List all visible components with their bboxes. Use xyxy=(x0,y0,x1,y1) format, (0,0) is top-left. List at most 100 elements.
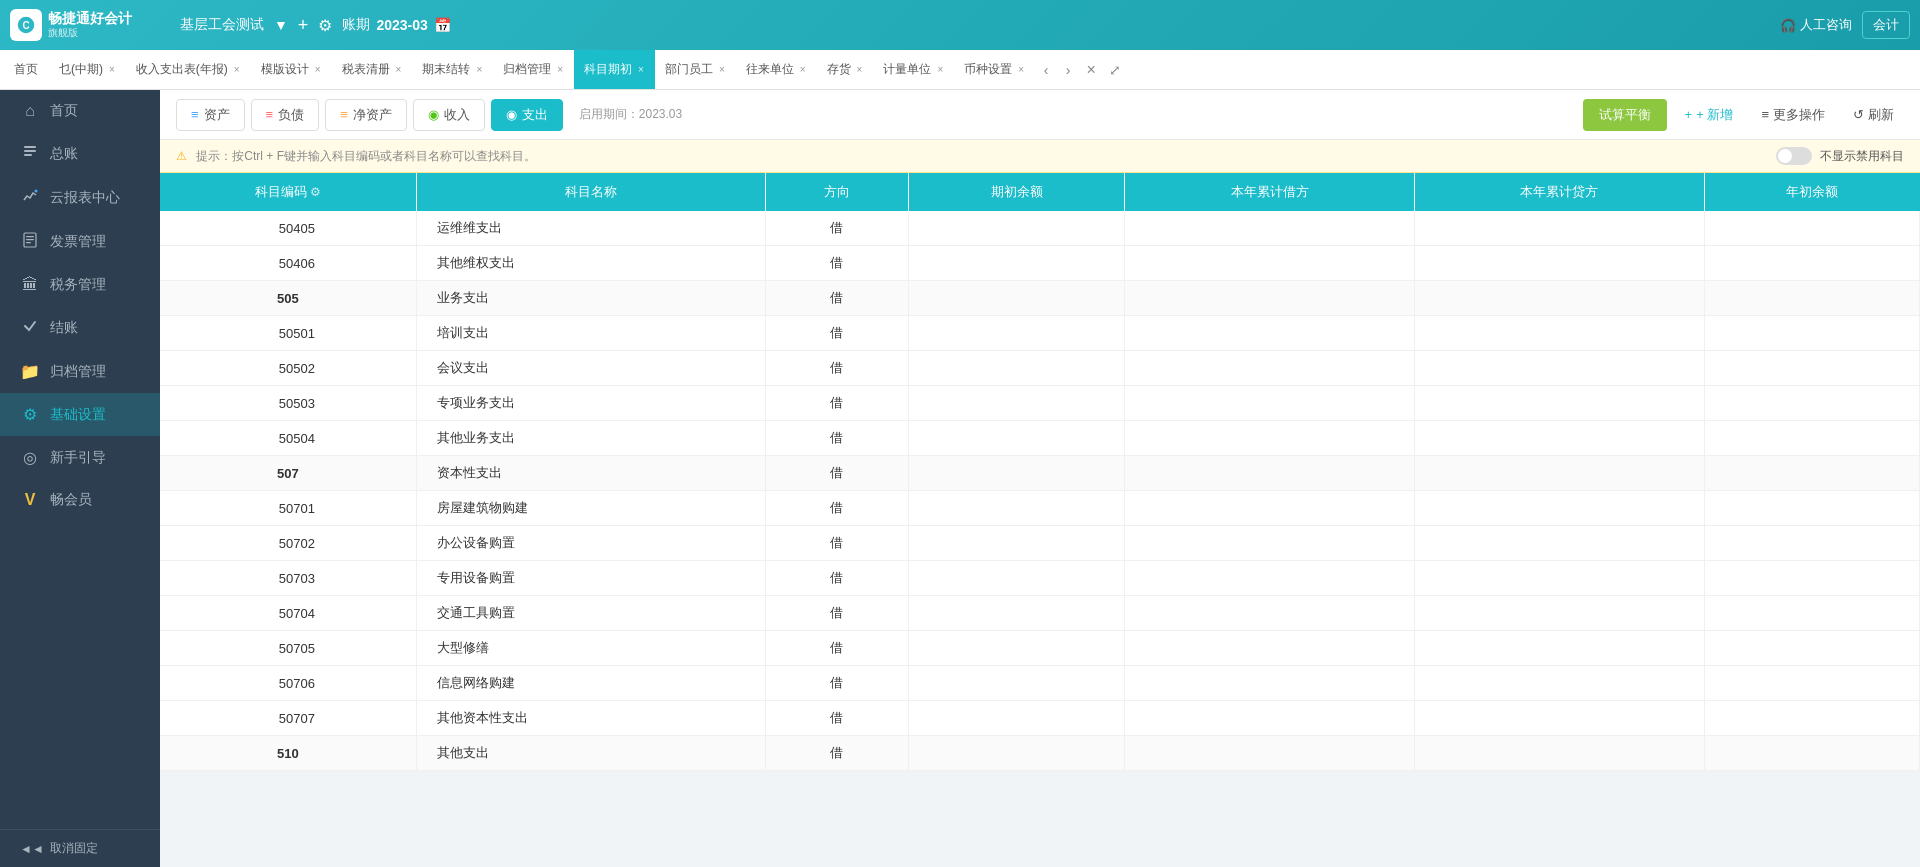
tab-archive[interactable]: 归档管理 × xyxy=(493,50,574,89)
sidebar-collapse-btn[interactable]: ◄◄ 取消固定 xyxy=(0,829,160,867)
svg-rect-8 xyxy=(26,239,34,240)
sidebar-item-vip[interactable]: V 畅会员 xyxy=(0,479,160,521)
tab-inventory[interactable]: 存货 × xyxy=(817,50,874,89)
home-icon: ⌂ xyxy=(20,102,40,120)
tab-currency[interactable]: 币种设置 × xyxy=(954,50,1035,89)
calc-balance-button[interactable]: 试算平衡 xyxy=(1583,99,1667,131)
account-button[interactable]: 会计 xyxy=(1862,11,1910,39)
sidebar-item-ledger[interactable]: 总账 xyxy=(0,132,160,176)
vip-icon: V xyxy=(20,491,40,509)
tab-subject-init[interactable]: 科目期初 × xyxy=(574,50,655,89)
table-row[interactable]: 505 业务支出 借 xyxy=(160,281,1920,316)
sidebar-item-archive[interactable]: 📁 归档管理 xyxy=(0,350,160,393)
settings-icon[interactable]: ⚙ xyxy=(318,16,332,35)
main-layout: ⌂ 首页 总账 云报表中心 发票管理 🏛 税务管理 xyxy=(0,90,1920,867)
table-row[interactable]: 50503 专项业务支出 借 xyxy=(160,386,1920,421)
guide-icon: ◎ xyxy=(20,448,40,467)
sub-tab-equity[interactable]: ≡ 净资产 xyxy=(325,99,407,131)
sub-tab-liability[interactable]: ≡ 负债 xyxy=(251,99,320,131)
tab-department[interactable]: 部门员工 × xyxy=(655,50,736,89)
tab-customer[interactable]: 往来单位 × xyxy=(736,50,817,89)
tab-income-report-close[interactable]: × xyxy=(234,64,240,75)
table-row[interactable]: 510 其他支出 借 xyxy=(160,736,1920,771)
tab-archive-close[interactable]: × xyxy=(557,64,563,75)
tab-home-label: 首页 xyxy=(14,61,38,78)
cell-direction: 借 xyxy=(765,246,908,281)
svg-rect-3 xyxy=(24,150,36,152)
tip-text: ⚠ 提示：按Ctrl + F键并输入科目编码或者科目名称可以查找科目。 xyxy=(176,148,536,165)
table-row[interactable]: 50705 大型修缮 借 xyxy=(160,631,1920,666)
cell-year-opening xyxy=(1704,316,1919,351)
tab-template[interactable]: 模版设计 × xyxy=(251,50,332,89)
table-row[interactable]: 50701 房屋建筑物购建 借 xyxy=(160,491,1920,526)
cell-direction: 借 xyxy=(765,421,908,456)
sidebar-item-report[interactable]: 云报表中心 xyxy=(0,176,160,220)
table-row[interactable]: 50703 专用设备购置 借 xyxy=(160,561,1920,596)
tab-inventory-close[interactable]: × xyxy=(857,64,863,75)
dropdown-icon[interactable]: ▼ xyxy=(274,17,288,33)
sidebar-item-home[interactable]: ⌂ 首页 xyxy=(0,90,160,132)
col-ytd-debit: 本年累计借方 xyxy=(1125,173,1415,211)
sidebar-item-settings[interactable]: ⚙ 基础设置 xyxy=(0,393,160,436)
calendar-icon[interactable]: 📅 xyxy=(434,17,451,33)
tab-home[interactable]: 首页 xyxy=(4,50,49,89)
tab-department-close[interactable]: × xyxy=(719,64,725,75)
table-row[interactable]: 50504 其他业务支出 借 xyxy=(160,421,1920,456)
consult-button[interactable]: 🎧 人工咨询 xyxy=(1780,16,1852,34)
table-row[interactable]: 50702 办公设备购置 借 xyxy=(160,526,1920,561)
table-row[interactable]: 50707 其他资本性支出 借 xyxy=(160,701,1920,736)
sub-tab-expense[interactable]: ◉ 支出 xyxy=(491,99,563,131)
tab-income-report[interactable]: 收入支出表(年报) × xyxy=(126,50,251,89)
sub-tab-income[interactable]: ◉ 收入 xyxy=(413,99,485,131)
cell-year-opening xyxy=(1704,351,1919,386)
cell-direction: 借 xyxy=(765,211,908,246)
tab-next-btn[interactable]: › xyxy=(1057,50,1079,89)
svg-rect-7 xyxy=(26,236,34,237)
add-icon[interactable]: + xyxy=(298,15,309,36)
sidebar-invoice-label: 发票管理 xyxy=(50,233,106,251)
table-container[interactable]: 科目编码 ⚙ 科目名称 方向 期初余额 本年累计借 xyxy=(160,173,1920,867)
tab-tax-clear-close[interactable]: × xyxy=(396,64,402,75)
table-row[interactable]: 50704 交通工具购置 借 xyxy=(160,596,1920,631)
add-button[interactable]: + + 新增 xyxy=(1675,100,1744,130)
tab-currency-close[interactable]: × xyxy=(1018,64,1024,75)
cell-direction: 借 xyxy=(765,701,908,736)
table-row[interactable]: 50706 信息网络购建 借 xyxy=(160,666,1920,701)
toggle-disabled-switch[interactable] xyxy=(1776,147,1812,165)
table-row[interactable]: 50406 其他维权支出 借 xyxy=(160,246,1920,281)
tab-template-close[interactable]: × xyxy=(315,64,321,75)
tab-income-report-label: 收入支出表(年报) xyxy=(136,61,228,78)
tab-unit[interactable]: 计量单位 × xyxy=(873,50,954,89)
cell-direction: 借 xyxy=(765,351,908,386)
tab-unit-label: 计量单位 xyxy=(883,61,931,78)
refresh-button[interactable]: ↺ 刷新 xyxy=(1843,100,1904,130)
col-settings-icon[interactable]: ⚙ xyxy=(310,185,321,199)
tab-subject-init-close[interactable]: × xyxy=(638,64,644,75)
tab-prev-btn[interactable]: ‹ xyxy=(1035,50,1057,89)
sidebar-item-tax[interactable]: 🏛 税务管理 xyxy=(0,264,160,306)
sidebar-item-invoice[interactable]: 发票管理 xyxy=(0,220,160,264)
cell-year-opening xyxy=(1704,421,1919,456)
sidebar-item-checkout[interactable]: 结账 xyxy=(0,306,160,350)
tab-interim[interactable]: 乜(中期) × xyxy=(49,50,126,89)
tab-interim-close[interactable]: × xyxy=(109,64,115,75)
table-row[interactable]: 507 资本性支出 借 xyxy=(160,456,1920,491)
subject-table: 科目编码 ⚙ 科目名称 方向 期初余额 本年累计借 xyxy=(160,173,1920,771)
sidebar-item-guide[interactable]: ◎ 新手引导 xyxy=(0,436,160,479)
tab-customer-close[interactable]: × xyxy=(800,64,806,75)
tab-expand-btn[interactable]: ⤢ xyxy=(1103,50,1127,89)
more-button[interactable]: ≡ 更多操作 xyxy=(1751,100,1835,130)
tab-period-end-close[interactable]: × xyxy=(476,64,482,75)
equity-icon: ≡ xyxy=(340,107,348,122)
tab-period-end[interactable]: 期末结转 × xyxy=(412,50,493,89)
col-year-opening: 年初余额 xyxy=(1704,173,1919,211)
cell-code: 50503 xyxy=(160,386,416,421)
table-header-row: 科目编码 ⚙ 科目名称 方向 期初余额 本年累计借 xyxy=(160,173,1920,211)
tab-tax-clear[interactable]: 税表清册 × xyxy=(332,50,413,89)
table-row[interactable]: 50405 运维维支出 借 xyxy=(160,211,1920,246)
table-row[interactable]: 50502 会议支出 借 xyxy=(160,351,1920,386)
tab-close-all-btn[interactable]: × xyxy=(1079,50,1103,89)
table-row[interactable]: 50501 培训支出 借 xyxy=(160,316,1920,351)
tab-unit-close[interactable]: × xyxy=(937,64,943,75)
sub-tab-asset[interactable]: ≡ 资产 xyxy=(176,99,245,131)
